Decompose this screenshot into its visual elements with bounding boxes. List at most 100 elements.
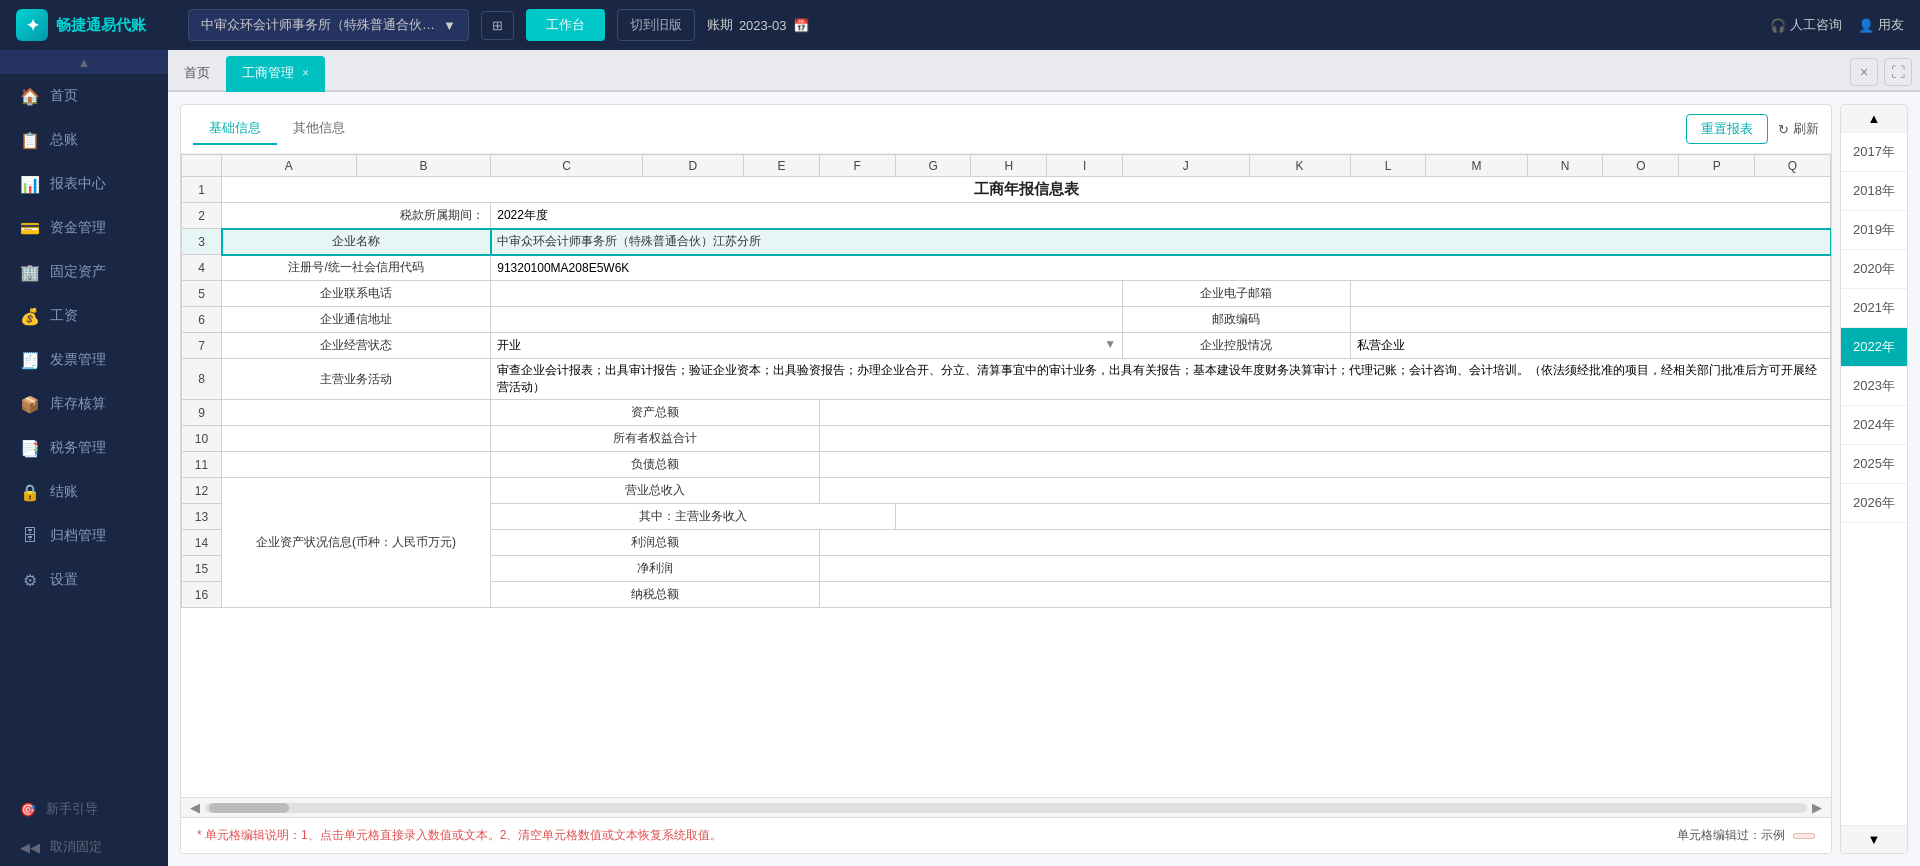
- year-item-2022[interactable]: 2022年: [1841, 328, 1907, 367]
- row-num-10: 10: [182, 426, 222, 452]
- row-num-8: 8: [182, 359, 222, 400]
- cell-9-label: 资产总额: [491, 400, 820, 426]
- cell-6-value[interactable]: [491, 307, 1123, 333]
- chevron-down-icon: ▼: [443, 18, 456, 33]
- consult-button[interactable]: 🎧 人工咨询: [1770, 16, 1842, 34]
- year-item-2017[interactable]: 2017年: [1841, 133, 1907, 172]
- year-item-2023[interactable]: 2023年: [1841, 367, 1907, 406]
- sidebar-unpin[interactable]: ◀◀ 取消固定: [0, 828, 168, 866]
- refresh-button[interactable]: ↻ 刷新: [1778, 120, 1819, 138]
- calendar-icon[interactable]: 📅: [793, 18, 809, 33]
- scroll-left-btn[interactable]: ◀: [185, 798, 205, 818]
- cell-16-value[interactable]: [819, 582, 1830, 608]
- unpin-icon: ◀◀: [20, 840, 40, 855]
- sidebar-item-wage[interactable]: 💰 工资: [0, 294, 168, 338]
- cell-4-label: 注册号/统一社会信用代码: [222, 255, 491, 281]
- sidebar-scroll-up[interactable]: ▲: [0, 50, 168, 74]
- cell-3-value[interactable]: 中审众环会计师事务所（特殊普通合伙）江苏分所: [491, 229, 1831, 255]
- content-area: 首页 工商管理 × 基础信息 其他信息 重置报表: [168, 50, 1920, 866]
- row-num-7: 7: [182, 333, 222, 359]
- expand-panel-btn[interactable]: ⛶: [1884, 58, 1912, 86]
- sidebar-item-close[interactable]: 🔒 结账: [0, 470, 168, 514]
- cell-12-value[interactable]: [819, 478, 1830, 504]
- sidebar-item-home[interactable]: 🏠 首页: [0, 74, 168, 118]
- col-header-j: J: [1123, 155, 1249, 177]
- cell-7-value[interactable]: 开业 ▼: [491, 333, 1123, 359]
- year-scroll-up[interactable]: ▲: [1841, 105, 1907, 133]
- sidebar-item-archive[interactable]: 🗄 归档管理: [0, 514, 168, 558]
- horizontal-scrollbar[interactable]: ◀ ▶: [181, 797, 1831, 817]
- sidebar-item-tax[interactable]: 📑 税务管理: [0, 426, 168, 470]
- cell-2-value[interactable]: 2022年度: [491, 203, 1831, 229]
- tab-close-btn[interactable]: ×: [302, 66, 309, 80]
- invoice-icon: 🧾: [20, 350, 40, 370]
- company-icon-btn[interactable]: ⊞: [481, 11, 514, 40]
- row-num-4: 4: [182, 255, 222, 281]
- tab-home[interactable]: 首页: [168, 56, 226, 90]
- sidebar-guide[interactable]: 🎯 新手引导: [0, 790, 168, 828]
- sidebar-item-settings[interactable]: ⚙ 设置: [0, 558, 168, 602]
- cell-6-value2[interactable]: [1350, 307, 1830, 333]
- cell-7-value2[interactable]: 私营企业: [1350, 333, 1830, 359]
- user-button[interactable]: 👤 用友: [1858, 16, 1904, 34]
- tax-icon: 📑: [20, 438, 40, 458]
- table-row: 10 所有者权益合计: [182, 426, 1831, 452]
- cell-7-label2: 企业控股情况: [1123, 333, 1351, 359]
- cell-4-value[interactable]: 91320100MA208E5W6K: [491, 255, 1831, 281]
- sidebar-label-report: 报表中心: [50, 175, 106, 193]
- workbench-button[interactable]: 工作台: [526, 9, 605, 41]
- dropdown-icon[interactable]: ▼: [1104, 337, 1116, 351]
- year-item-2025[interactable]: 2025年: [1841, 445, 1907, 484]
- cell-6-label: 企业通信地址: [222, 307, 491, 333]
- year-item-2024[interactable]: 2024年: [1841, 406, 1907, 445]
- sidebar-item-asset[interactable]: 🏢 固定资产: [0, 250, 168, 294]
- close-panel-btn[interactable]: ×: [1850, 58, 1878, 86]
- tab-gongshang[interactable]: 工商管理 ×: [226, 56, 325, 92]
- cell-3-label[interactable]: 企业名称: [222, 229, 491, 255]
- sidebar-label-wage: 工资: [50, 307, 78, 325]
- user-icon: 👤: [1858, 18, 1874, 33]
- cell-14-value[interactable]: [819, 530, 1830, 556]
- cell-13-value[interactable]: [895, 504, 1830, 530]
- period-display: 账期 2023-03 📅: [707, 16, 809, 34]
- tab-other-info[interactable]: 其他信息: [277, 113, 361, 145]
- sidebar-item-fund[interactable]: 💳 资金管理: [0, 206, 168, 250]
- old-version-button[interactable]: 切到旧版: [617, 9, 695, 41]
- sidebar-item-report[interactable]: 📊 报表中心: [0, 162, 168, 206]
- sidebar-item-invoice[interactable]: 🧾 发票管理: [0, 338, 168, 382]
- year-panel: ▲ 2017年 2018年 2019年 2020年 2021年: [1840, 104, 1908, 854]
- sidebar-item-inventory[interactable]: 📦 库存核算: [0, 382, 168, 426]
- cell-9-left: [222, 400, 491, 426]
- cell-9-value[interactable]: [819, 400, 1830, 426]
- year-item-2018[interactable]: 2018年: [1841, 172, 1907, 211]
- year-item-2026[interactable]: 2026年: [1841, 484, 1907, 523]
- scroll-thumb[interactable]: [209, 803, 289, 813]
- sidebar-item-ledger[interactable]: 📋 总账: [0, 118, 168, 162]
- inventory-icon: 📦: [20, 394, 40, 414]
- cell-11-value[interactable]: [819, 452, 1830, 478]
- sidebar-label-tax: 税务管理: [50, 439, 106, 457]
- cell-15-value[interactable]: [819, 556, 1830, 582]
- sheet-grid-wrapper[interactable]: A B C D E F G H I J K L: [181, 154, 1831, 797]
- reset-report-button[interactable]: 重置报表: [1686, 114, 1768, 144]
- sheet-actions: 重置报表 ↻ 刷新: [1686, 114, 1819, 144]
- company-selector[interactable]: 中审众环会计师事务所（特殊普通合伙… ▼: [188, 9, 469, 41]
- refresh-icon: ↻: [1778, 122, 1789, 137]
- year-item-2020[interactable]: 2020年: [1841, 250, 1907, 289]
- cell-8-value[interactable]: 审查企业会计报表；出具审计报告；验证企业资本；出具验资报告；办理企业合开、分立、…: [491, 359, 1831, 400]
- tab-basic-info[interactable]: 基础信息: [193, 113, 277, 145]
- scroll-right-btn[interactable]: ▶: [1807, 798, 1827, 818]
- sidebar-label-archive: 归档管理: [50, 527, 106, 545]
- col-header-n: N: [1527, 155, 1603, 177]
- scroll-track[interactable]: [205, 803, 1807, 813]
- col-header-i: I: [1047, 155, 1123, 177]
- cell-5-value[interactable]: [491, 281, 1123, 307]
- status-bar-right: 单元格编辑过：示例: [1677, 827, 1815, 844]
- year-item-2019[interactable]: 2019年: [1841, 211, 1907, 250]
- cell-title[interactable]: 工商年报信息表: [222, 177, 1831, 203]
- year-scroll-down[interactable]: ▼: [1841, 825, 1907, 853]
- cell-10-value[interactable]: [819, 426, 1830, 452]
- cell-5-value2[interactable]: [1350, 281, 1830, 307]
- year-item-2021[interactable]: 2021年: [1841, 289, 1907, 328]
- cell-5-label2: 企业电子邮箱: [1123, 281, 1351, 307]
